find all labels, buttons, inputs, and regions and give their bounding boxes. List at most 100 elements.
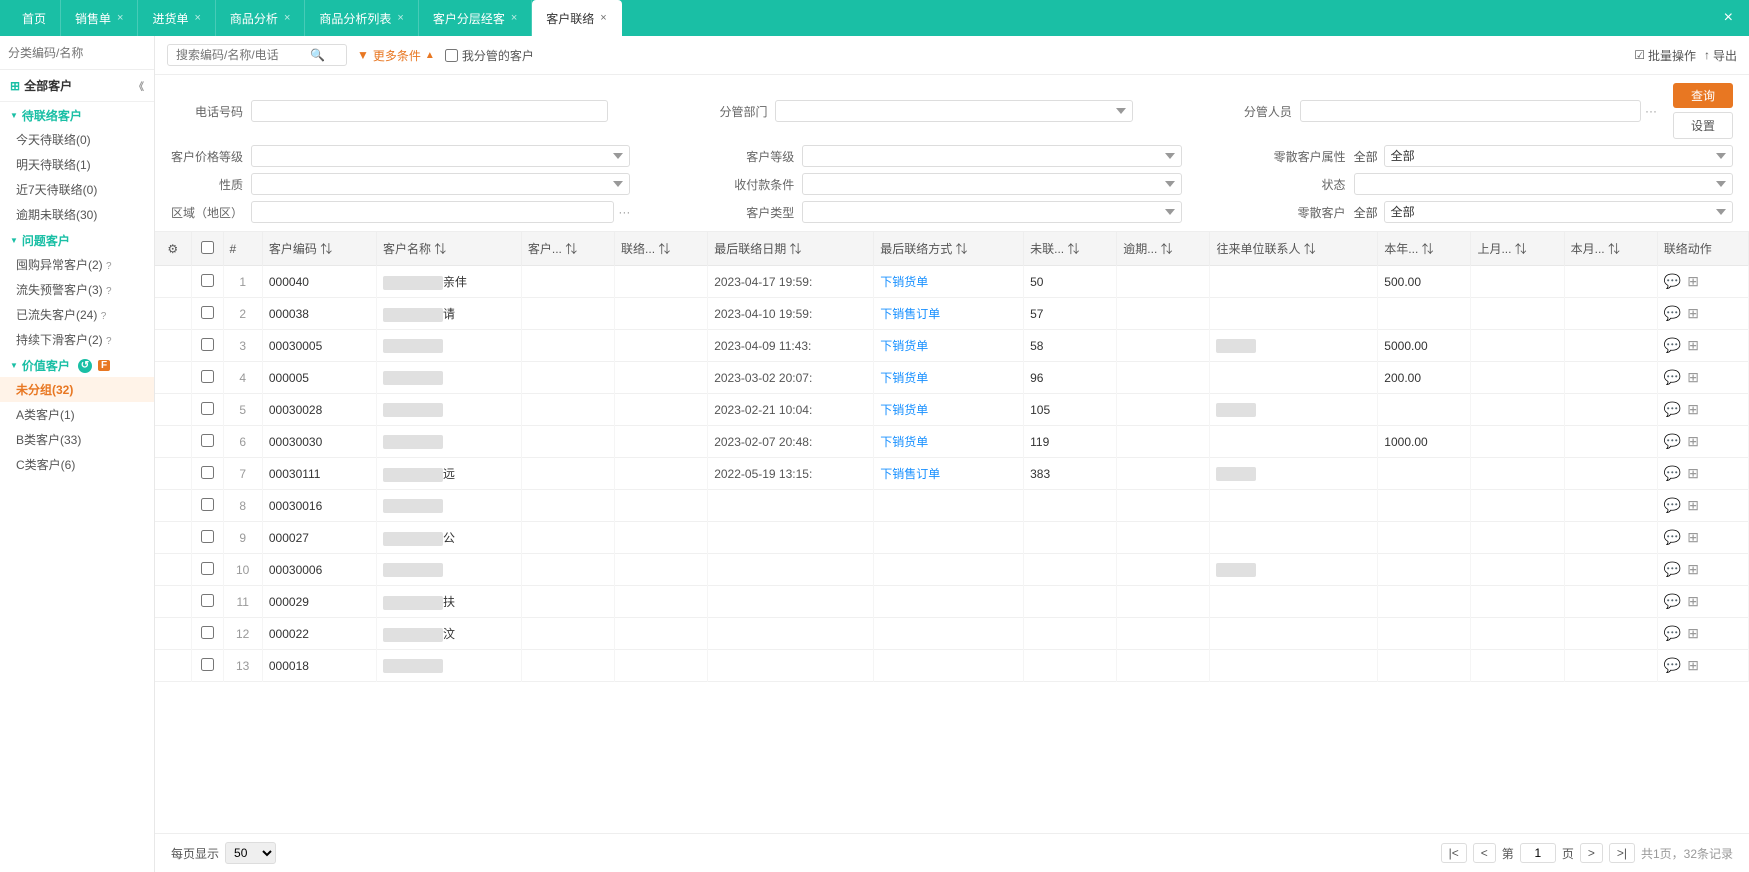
- tab-customer-segment[interactable]: 客户分层经客 ×: [419, 0, 532, 36]
- grid-action-icon[interactable]: ⊞: [1687, 529, 1699, 546]
- col-category[interactable]: 客户... ⇅: [521, 232, 614, 266]
- chat-icon[interactable]: 💬: [1664, 529, 1681, 546]
- sidebar-item-hoarding[interactable]: 囤购异常客户(2) ?: [0, 252, 154, 277]
- col-this-year[interactable]: 本年... ⇅: [1378, 232, 1471, 266]
- sidebar-item-class-c[interactable]: C类客户(6): [0, 452, 154, 477]
- sidebar-item-churn-risk[interactable]: 流失预警客户(3) ?: [0, 277, 154, 302]
- row-checkbox[interactable]: [201, 626, 214, 639]
- my-customers-checkbox[interactable]: [445, 49, 458, 62]
- row-checkbox[interactable]: [201, 338, 214, 351]
- contact-method-link[interactable]: 下销货单: [880, 275, 928, 289]
- customer-type-select[interactable]: [802, 201, 1181, 223]
- contact-method-link[interactable]: 下销售订单: [880, 307, 940, 321]
- col-name[interactable]: 客户名称 ⇅: [376, 232, 521, 266]
- status-select[interactable]: [1354, 173, 1733, 195]
- col-last-month[interactable]: 上月... ⇅: [1471, 232, 1564, 266]
- contact-method-link[interactable]: 下销货单: [880, 371, 928, 385]
- sidebar-group-value[interactable]: ▼ 价值客户 ↺ F: [0, 352, 154, 377]
- chat-icon[interactable]: 💬: [1664, 625, 1681, 642]
- sidebar-collapse-icon[interactable]: 《: [134, 78, 144, 93]
- query-btn[interactable]: 查询: [1673, 83, 1733, 108]
- chat-icon[interactable]: 💬: [1664, 273, 1681, 290]
- row-checkbox[interactable]: [201, 306, 214, 319]
- grid-action-icon[interactable]: ⊞: [1687, 497, 1699, 514]
- sidebar-search-input[interactable]: [8, 46, 155, 60]
- row-checkbox[interactable]: [201, 466, 214, 479]
- grid-action-icon[interactable]: ⊞: [1687, 433, 1699, 450]
- grid-action-icon[interactable]: ⊞: [1687, 401, 1699, 418]
- nature-select[interactable]: [251, 173, 630, 195]
- next-page-btn[interactable]: >: [1580, 843, 1603, 863]
- sidebar-item-7days[interactable]: 近7天待联络(0): [0, 177, 154, 202]
- page-size-dropdown[interactable]: 50 100: [225, 842, 276, 864]
- search-icon[interactable]: 🔍: [310, 48, 325, 62]
- col-contact-person[interactable]: 往来单位联系人 ⇅: [1210, 232, 1378, 266]
- phone-input[interactable]: [251, 100, 608, 122]
- contact-method-link[interactable]: 下销售订单: [880, 467, 940, 481]
- last-page-btn[interactable]: >|: [1609, 843, 1635, 863]
- region-more-icon[interactable]: ···: [618, 205, 630, 219]
- sidebar-all-customers[interactable]: ⊞ 全部客户 《: [0, 70, 154, 102]
- batch-operations-btn[interactable]: ☑ 批量操作: [1634, 47, 1696, 64]
- grid-action-icon[interactable]: ⊞: [1687, 593, 1699, 610]
- tab-product-analysis[interactable]: 商品分析 ×: [216, 0, 305, 36]
- sidebar-item-declining[interactable]: 持续下滑客户(2) ?: [0, 327, 154, 352]
- row-checkbox[interactable]: [201, 370, 214, 383]
- col-code[interactable]: 客户编码 ⇅: [262, 232, 376, 266]
- dept-select[interactable]: [775, 100, 1132, 122]
- chat-icon[interactable]: 💬: [1664, 369, 1681, 386]
- contact-method-link[interactable]: 下销货单: [880, 403, 928, 417]
- row-checkbox[interactable]: [201, 402, 214, 415]
- export-btn[interactable]: ↑ 导出: [1704, 47, 1737, 64]
- grid-action-icon[interactable]: ⊞: [1687, 657, 1699, 674]
- row-checkbox[interactable]: [201, 562, 214, 575]
- sidebar-item-class-b[interactable]: B类客户(33): [0, 427, 154, 452]
- grid-action-icon[interactable]: ⊞: [1687, 305, 1699, 322]
- chat-icon[interactable]: 💬: [1664, 465, 1681, 482]
- row-checkbox[interactable]: [201, 434, 214, 447]
- grid-action-icon[interactable]: ⊞: [1687, 625, 1699, 642]
- row-checkbox[interactable]: [201, 274, 214, 287]
- row-checkbox[interactable]: [201, 530, 214, 543]
- contact-method-link[interactable]: 下销货单: [880, 339, 928, 353]
- price-level-select[interactable]: [251, 145, 630, 167]
- tab-customer-contact-close[interactable]: ×: [600, 12, 606, 24]
- more-conditions-btn[interactable]: ▼ 更多条件 ▲: [357, 47, 435, 64]
- select-all-checkbox[interactable]: [201, 241, 214, 254]
- manager-more-icon[interactable]: ···: [1645, 104, 1657, 118]
- tab-purchase[interactable]: 进货单 ×: [138, 0, 215, 36]
- grid-action-icon[interactable]: ⊞: [1687, 561, 1699, 578]
- sidebar-item-tomorrow[interactable]: 明天待联络(1): [0, 152, 154, 177]
- col-settings[interactable]: ⚙: [155, 232, 191, 266]
- col-contact[interactable]: 联络... ⇅: [615, 232, 708, 266]
- tab-customer-contact[interactable]: 客户联络 ×: [532, 0, 621, 36]
- prev-page-btn[interactable]: <: [1473, 843, 1496, 863]
- grid-action-icon[interactable]: ⊞: [1687, 369, 1699, 386]
- tab-product-analysis-list-close[interactable]: ×: [397, 12, 403, 24]
- chat-icon[interactable]: 💬: [1664, 305, 1681, 322]
- grid-action-icon[interactable]: ⊞: [1687, 273, 1699, 290]
- first-page-btn[interactable]: |<: [1441, 843, 1467, 863]
- tab-sales-close[interactable]: ×: [117, 12, 123, 24]
- retail-customer-select[interactable]: 全部: [1384, 201, 1733, 223]
- row-checkbox[interactable]: [201, 658, 214, 671]
- tab-product-analysis-list[interactable]: 商品分析列表 ×: [305, 0, 418, 36]
- customer-level-select[interactable]: [802, 145, 1181, 167]
- col-last-method[interactable]: 最后联络方式 ⇅: [874, 232, 1024, 266]
- tab-purchase-close[interactable]: ×: [194, 12, 200, 24]
- tab-sales[interactable]: 销售单 ×: [61, 0, 138, 36]
- row-checkbox[interactable]: [201, 498, 214, 511]
- sidebar-item-today[interactable]: 今天待联络(0): [0, 127, 154, 152]
- row-checkbox[interactable]: [201, 594, 214, 607]
- chat-icon[interactable]: 💬: [1664, 593, 1681, 610]
- tab-home[interactable]: 首页: [8, 0, 61, 36]
- retail-attr-select[interactable]: 全部: [1384, 145, 1733, 167]
- sidebar-item-class-a[interactable]: A类客户(1): [0, 402, 154, 427]
- page-number-input[interactable]: [1520, 843, 1556, 863]
- col-last-date[interactable]: 最后联络日期 ⇅: [708, 232, 874, 266]
- col-this-month[interactable]: 本月... ⇅: [1564, 232, 1657, 266]
- region-input[interactable]: [251, 201, 614, 223]
- chat-icon[interactable]: 💬: [1664, 401, 1681, 418]
- chat-icon[interactable]: 💬: [1664, 561, 1681, 578]
- manager-input[interactable]: [1300, 100, 1641, 122]
